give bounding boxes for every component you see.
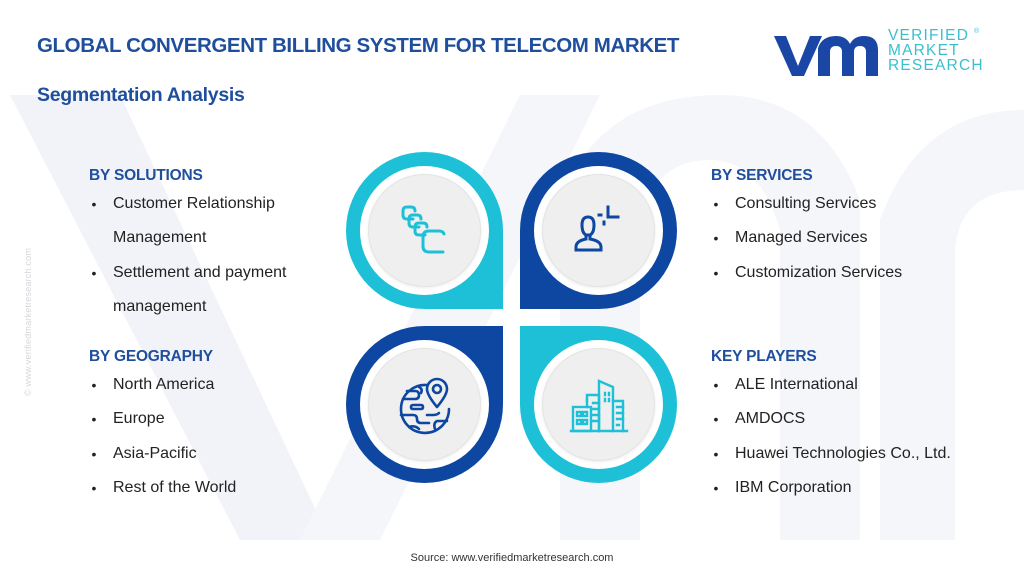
logo-wordmark: VERIFIED MARKET RESEARCH — [888, 27, 984, 74]
quadrant-geography — [346, 326, 503, 483]
bullet: • — [713, 377, 719, 393]
user-consulting-icon — [574, 205, 619, 251]
bullet: • — [91, 264, 97, 281]
list-item-text: Huawei Technologies Co., Ltd. — [735, 444, 951, 462]
list-item: • North America — [89, 368, 236, 402]
page-subtitle: Segmentation Analysis — [37, 84, 245, 106]
bullet: • — [91, 377, 97, 393]
list-item: • Customization Services — [711, 256, 903, 290]
bullet: • — [91, 445, 97, 462]
page-title: GLOBAL CONVERGENT BILLING SYSTEM FOR TEL… — [37, 34, 680, 57]
bullet: • — [91, 196, 97, 212]
list-item: • Asia-Pacific — [89, 437, 236, 471]
section-heading: KEY PLAYERS — [711, 348, 817, 365]
list-item-text: management — [113, 297, 207, 315]
list-item-text: Customer Relationship — [113, 195, 275, 212]
bullet: • — [91, 479, 97, 496]
section-by-services: BY SERVICES • Consulting Services • Manage… — [711, 165, 902, 290]
icon-circle — [542, 348, 655, 461]
globe-location-icon — [399, 377, 450, 434]
list-item-text: IBM Corporation — [735, 478, 852, 496]
list-item: • Customer Relationship — [89, 187, 286, 221]
list-item-text: Managed Services — [735, 229, 868, 247]
logo-line-verified: VERIFIED — [888, 27, 970, 44]
quadrant-solutions — [346, 152, 503, 309]
list-item-text: Europe — [113, 410, 165, 428]
list-item-text: Asia-Pacific — [113, 444, 197, 462]
list-item-text: Customization Services — [735, 263, 903, 281]
list-item-text: ALE International — [735, 376, 858, 393]
list-item: • Rest of the World — [89, 471, 237, 505]
list-item: • Consulting Services — [711, 187, 902, 221]
registered-mark: ® — [974, 28, 980, 35]
logo-line-market: MARKET — [888, 42, 960, 59]
vm-logo-mark-icon — [774, 36, 878, 76]
source-citation: Source: www.verifiedmarketresearch.com — [410, 552, 614, 564]
list-item-text: Settlement and payment — [113, 263, 287, 281]
section-heading: BY SERVICES — [711, 167, 813, 184]
bullet: • — [713, 411, 719, 428]
icon-circle — [542, 174, 655, 287]
side-watermark-url: © www.verifiedmarketresearch.com — [23, 247, 33, 397]
bullet: • — [713, 196, 719, 212]
list-item: • ALE International — [711, 368, 951, 402]
stacked-cards-icon — [401, 205, 445, 253]
bullet: • — [713, 264, 719, 281]
bullet: • — [713, 479, 719, 496]
list-item-text: Consulting Services — [735, 195, 877, 212]
section-heading: BY SOLUTIONS — [89, 167, 203, 184]
list-item: • Huawei Technologies Co., Ltd. — [711, 437, 951, 471]
list-item: • Managed Services — [711, 221, 902, 255]
icon-circle — [368, 174, 481, 287]
quadrant-services — [520, 152, 677, 309]
list-item-continuation: Management — [89, 221, 286, 255]
logo-line-research: RESEARCH — [888, 57, 984, 74]
list-item: • IBM Corporation — [711, 471, 951, 505]
list-item: • Europe — [89, 402, 236, 436]
list-item-continuation: management — [89, 290, 286, 324]
section-heading: BY GEOGRAPHY — [89, 348, 213, 365]
section-by-geography: BY GEOGRAPHY • North America • Europe • Asi… — [89, 346, 236, 505]
list-item-text: AMDOCS — [735, 410, 806, 428]
section-key-players: KEY PLAYERS • ALE International • AMDOCS •… — [711, 346, 951, 505]
bullet: • — [713, 230, 719, 247]
quadrant-key-players — [520, 326, 677, 483]
bullet: • — [713, 445, 719, 462]
list-item-text: Management — [113, 229, 207, 247]
section-by-solutions: BY SOLUTIONS • Customer Relationship Mana… — [89, 165, 286, 324]
bullet: • — [91, 411, 97, 428]
vmr-logo: VERIFIED MARKET RESEARCH ® — [772, 28, 992, 82]
list-item-text: Rest of the World — [113, 478, 237, 496]
list-item-text: North America — [113, 376, 215, 393]
list-item: • Settlement and payment — [89, 256, 287, 290]
list-item: • AMDOCS — [711, 402, 951, 436]
icon-circle — [368, 348, 481, 461]
buildings-icon — [569, 378, 628, 432]
